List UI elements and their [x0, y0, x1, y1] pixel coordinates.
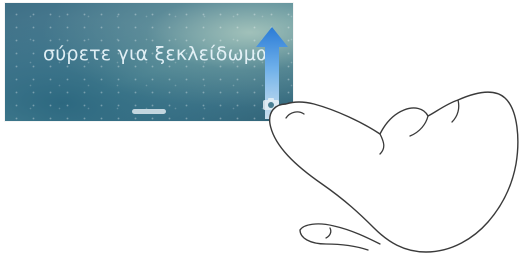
lock-screen[interactable]: σύρετε για ξεκλείδωμα [5, 3, 293, 121]
camera-icon[interactable] [262, 97, 280, 111]
slide-to-unlock-label: σύρετε για ξεκλείδωμα [43, 43, 269, 65]
tutorial-illustration: σύρετε για ξεκλείδωμα [0, 0, 522, 264]
home-indicator [132, 109, 166, 114]
